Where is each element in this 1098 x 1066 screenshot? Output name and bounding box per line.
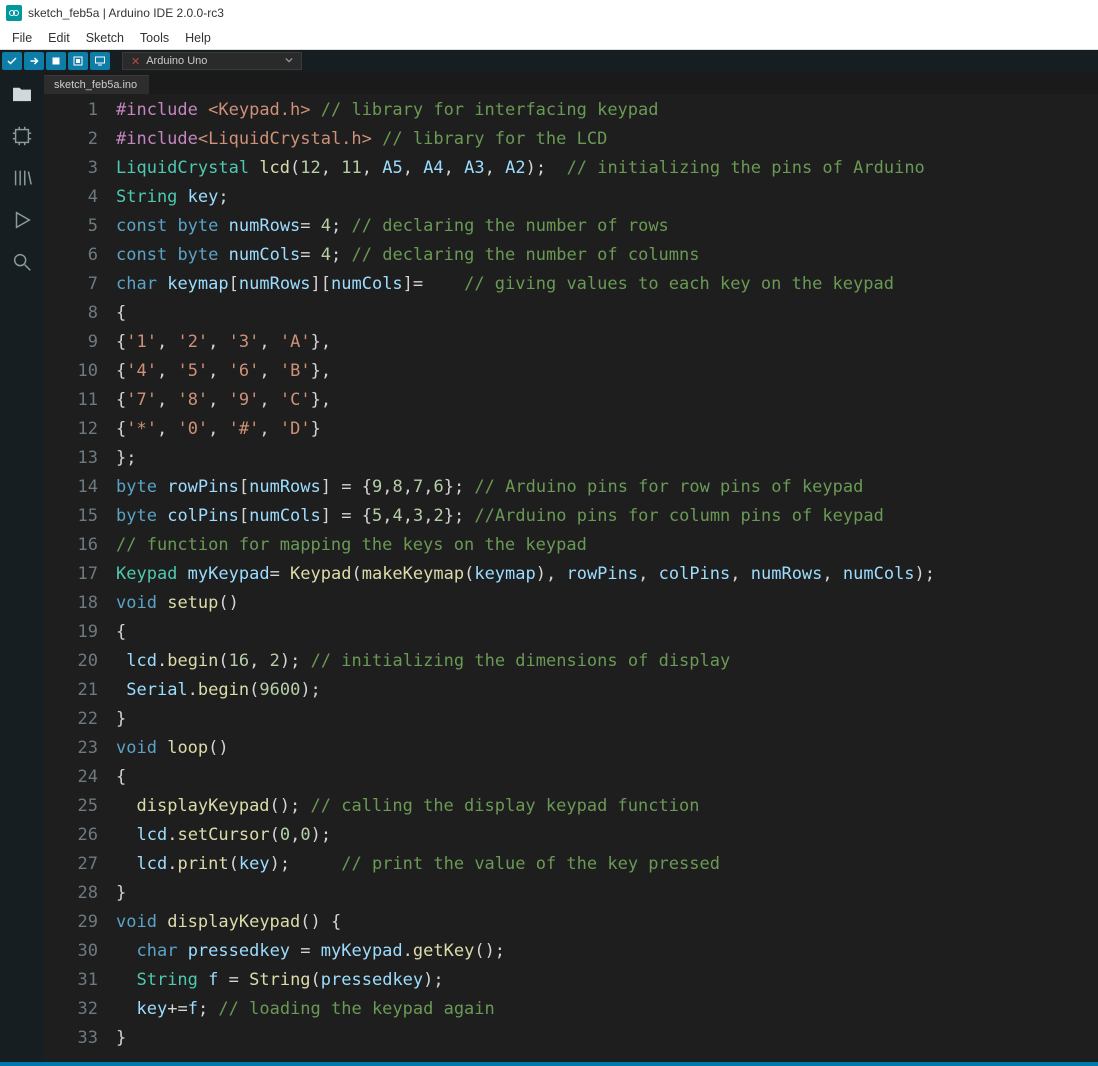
- line-number: 2: [44, 125, 98, 154]
- menu-edit[interactable]: Edit: [40, 28, 78, 48]
- code-line[interactable]: {: [116, 299, 1098, 328]
- code-line[interactable]: #include<LiquidCrystal.h> // library for…: [116, 125, 1098, 154]
- status-bar: [0, 1062, 1098, 1066]
- activity-bar: [0, 72, 44, 1062]
- toolbar: ✕ Arduino Uno: [0, 50, 1098, 72]
- monitor-button[interactable]: [90, 52, 110, 70]
- code-line[interactable]: }: [116, 705, 1098, 734]
- code-line[interactable]: {: [116, 763, 1098, 792]
- line-number: 18: [44, 589, 98, 618]
- board-manager-icon[interactable]: [8, 122, 36, 150]
- code-line[interactable]: String key;: [116, 183, 1098, 212]
- chevron-down-icon: [285, 55, 293, 67]
- line-number: 6: [44, 241, 98, 270]
- code-line[interactable]: lcd.setCursor(0,0);: [116, 821, 1098, 850]
- line-number: 11: [44, 386, 98, 415]
- code-line[interactable]: void loop(): [116, 734, 1098, 763]
- line-number: 12: [44, 415, 98, 444]
- code-line[interactable]: const byte numRows= 4; // declaring the …: [116, 212, 1098, 241]
- code-line[interactable]: Serial.begin(9600);: [116, 676, 1098, 705]
- code-line[interactable]: LiquidCrystal lcd(12, 11, A5, A4, A3, A2…: [116, 154, 1098, 183]
- code-line[interactable]: void setup(): [116, 589, 1098, 618]
- menu-file[interactable]: File: [4, 28, 40, 48]
- code-line[interactable]: byte rowPins[numRows] = {9,8,7,6}; // Ar…: [116, 473, 1098, 502]
- line-number: 26: [44, 821, 98, 850]
- line-number: 16: [44, 531, 98, 560]
- code-line[interactable]: displayKeypad(); // calling the display …: [116, 792, 1098, 821]
- line-number: 21: [44, 676, 98, 705]
- code-line[interactable]: }: [116, 879, 1098, 908]
- board-disconnected-icon: ✕: [131, 55, 140, 68]
- code-line[interactable]: // function for mapping the keys on the …: [116, 531, 1098, 560]
- tab-bar: sketch_feb5a.ino: [44, 72, 1098, 94]
- board-selector[interactable]: ✕ Arduino Uno: [122, 52, 302, 70]
- code-line[interactable]: lcd.begin(16, 2); // initializing the di…: [116, 647, 1098, 676]
- window-titlebar: sketch_feb5a | Arduino IDE 2.0.0-rc3: [0, 0, 1098, 26]
- library-manager-icon[interactable]: [8, 164, 36, 192]
- line-number: 28: [44, 879, 98, 908]
- line-number: 9: [44, 328, 98, 357]
- tab-file[interactable]: sketch_feb5a.ino: [44, 75, 149, 94]
- code-line[interactable]: String f = String(pressedkey);: [116, 966, 1098, 995]
- line-number: 32: [44, 995, 98, 1024]
- code-line[interactable]: char keymap[numRows][numCols]= // giving…: [116, 270, 1098, 299]
- line-number: 22: [44, 705, 98, 734]
- code-line[interactable]: char pressedkey = myKeypad.getKey();: [116, 937, 1098, 966]
- line-number: 19: [44, 618, 98, 647]
- folder-icon[interactable]: [8, 80, 36, 108]
- line-gutter: 1234567891011121314151617181920212223242…: [44, 94, 116, 1062]
- line-number: 1: [44, 96, 98, 125]
- code-line[interactable]: {'4', '5', '6', 'B'},: [116, 357, 1098, 386]
- tab-label: sketch_feb5a.ino: [54, 79, 137, 91]
- code-line[interactable]: }: [116, 1024, 1098, 1053]
- line-number: 7: [44, 270, 98, 299]
- menubar: File Edit Sketch Tools Help: [0, 26, 1098, 50]
- code-line[interactable]: {'1', '2', '3', 'A'},: [116, 328, 1098, 357]
- line-number: 25: [44, 792, 98, 821]
- code-line[interactable]: {: [116, 618, 1098, 647]
- menu-tools[interactable]: Tools: [132, 28, 177, 48]
- code-line[interactable]: {'7', '8', '9', 'C'},: [116, 386, 1098, 415]
- menu-sketch[interactable]: Sketch: [78, 28, 132, 48]
- line-number: 15: [44, 502, 98, 531]
- upload-button[interactable]: [24, 52, 44, 70]
- line-number: 31: [44, 966, 98, 995]
- line-number: 24: [44, 763, 98, 792]
- code-line[interactable]: {'*', '0', '#', 'D'}: [116, 415, 1098, 444]
- search-icon[interactable]: [8, 248, 36, 276]
- line-number: 5: [44, 212, 98, 241]
- line-number: 4: [44, 183, 98, 212]
- code-line[interactable]: #include <Keypad.h> // library for inter…: [116, 96, 1098, 125]
- verify-button[interactable]: [2, 52, 22, 70]
- code-line[interactable]: void displayKeypad() {: [116, 908, 1098, 937]
- app-icon: [6, 5, 22, 21]
- board-name: Arduino Uno: [146, 55, 207, 67]
- menu-help[interactable]: Help: [177, 28, 219, 48]
- line-number: 30: [44, 937, 98, 966]
- line-number: 14: [44, 473, 98, 502]
- debug-sidebar-icon[interactable]: [8, 206, 36, 234]
- line-number: 3: [44, 154, 98, 183]
- code-line[interactable]: lcd.print(key); // print the value of th…: [116, 850, 1098, 879]
- debug-button[interactable]: [46, 52, 66, 70]
- code-line[interactable]: const byte numCols= 4; // declaring the …: [116, 241, 1098, 270]
- code-line[interactable]: byte colPins[numCols] = {5,4,3,2}; //Ard…: [116, 502, 1098, 531]
- code-line[interactable]: Keypad myKeypad= Keypad(makeKeymap(keyma…: [116, 560, 1098, 589]
- code-line[interactable]: key+=f; // loading the keypad again: [116, 995, 1098, 1024]
- line-number: 20: [44, 647, 98, 676]
- window-title: sketch_feb5a | Arduino IDE 2.0.0-rc3: [28, 6, 224, 20]
- line-number: 33: [44, 1024, 98, 1053]
- line-number: 13: [44, 444, 98, 473]
- line-number: 23: [44, 734, 98, 763]
- line-number: 10: [44, 357, 98, 386]
- line-number: 17: [44, 560, 98, 589]
- line-number: 27: [44, 850, 98, 879]
- plotter-button[interactable]: [68, 52, 88, 70]
- code-editor[interactable]: 1234567891011121314151617181920212223242…: [44, 94, 1098, 1062]
- code-content[interactable]: #include <Keypad.h> // library for inter…: [116, 94, 1098, 1062]
- line-number: 8: [44, 299, 98, 328]
- line-number: 29: [44, 908, 98, 937]
- code-line[interactable]: };: [116, 444, 1098, 473]
